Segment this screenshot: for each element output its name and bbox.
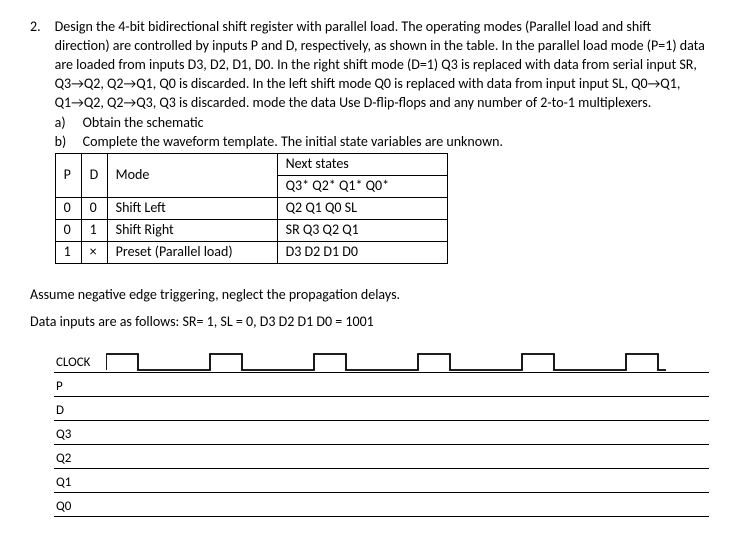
wave-label-d: D	[54, 402, 106, 421]
header-next: Next states	[277, 154, 447, 176]
header-d: D	[81, 154, 107, 198]
cell: SR Q3 Q2 Q1	[277, 219, 447, 241]
cell: Shift Left	[107, 198, 277, 220]
wave-label-q2: Q2	[54, 450, 106, 469]
cell: ×	[81, 241, 107, 263]
subitem-b-text: Complete the waveform template. The init…	[83, 133, 503, 152]
wave-signal-q0	[106, 492, 709, 516]
data-inputs-text: Data inputs are as follows: SR= 1, SL = …	[30, 313, 709, 332]
wave-row-d: D	[54, 397, 709, 421]
table-row: 0 0 Shift Left Q2 Q1 Q0 SL	[55, 198, 447, 220]
wave-signal-q2	[106, 444, 709, 468]
wave-row-q2: Q2	[54, 445, 709, 469]
wave-row-p: P	[54, 373, 709, 397]
question-body: Design the 4-bit bidirectional shift reg…	[55, 18, 709, 264]
wave-label-p: P	[54, 378, 106, 397]
question-text: Design the 4-bit bidirectional shift reg…	[55, 18, 709, 112]
subitem-a-text: Obtain the schematic	[83, 114, 204, 133]
cell: Preset (Parallel load)	[107, 241, 277, 263]
cell: Shift Right	[107, 219, 277, 241]
wave-signal-q1	[106, 468, 709, 492]
clock-signal	[106, 348, 709, 372]
cell: 0	[55, 198, 81, 220]
subitem-b: b) Complete the waveform template. The i…	[55, 133, 709, 152]
subitems: a) Obtain the schematic b) Complete the …	[55, 114, 709, 152]
header-p: P	[55, 154, 81, 198]
wave-row-q0: Q0	[54, 493, 709, 517]
wave-label-q0: Q0	[54, 498, 106, 517]
question-block: 2. Design the 4-bit bidirectional shift …	[30, 18, 709, 264]
wave-signal-d	[106, 396, 709, 420]
subitem-a-label: a)	[55, 114, 73, 133]
cell: 1	[81, 219, 107, 241]
header-nextsub: Q3* Q2* Q1* Q0*	[277, 176, 447, 198]
wave-label-q1: Q1	[54, 474, 106, 493]
wave-label-clock: CLOCK	[54, 354, 106, 373]
cell: D3 D2 D1 D0	[277, 241, 447, 263]
subitem-a: a) Obtain the schematic	[55, 114, 709, 133]
clock-waveform-icon	[106, 348, 666, 372]
wave-signal-p	[106, 372, 709, 396]
mode-table: P D Mode Next states Q3* Q2* Q1* Q0* 0 0…	[55, 153, 448, 263]
subitem-b-label: b)	[55, 133, 73, 152]
table-row: 1 × Preset (Parallel load) D3 D2 D1 D0	[55, 241, 447, 263]
wave-row-q1: Q1	[54, 469, 709, 493]
table-header-row: P D Mode Next states	[55, 154, 447, 176]
cell: 0	[81, 198, 107, 220]
header-mode: Mode	[107, 154, 277, 198]
cell: 1	[55, 241, 81, 263]
wave-row-clock: CLOCK	[54, 349, 709, 373]
wave-row-q3: Q3	[54, 421, 709, 445]
assumption-text: Assume negative edge triggering, neglect…	[30, 286, 709, 305]
cell: 0	[55, 219, 81, 241]
cell: Q2 Q1 Q0 SL	[277, 198, 447, 220]
question-number: 2.	[30, 18, 41, 264]
waveform-template: CLOCK P D Q3 Q2 Q1 Q0	[54, 349, 709, 517]
wave-label-q3: Q3	[54, 426, 106, 445]
table-row: 0 1 Shift Right SR Q3 Q2 Q1	[55, 219, 447, 241]
wave-signal-q3	[106, 420, 709, 444]
